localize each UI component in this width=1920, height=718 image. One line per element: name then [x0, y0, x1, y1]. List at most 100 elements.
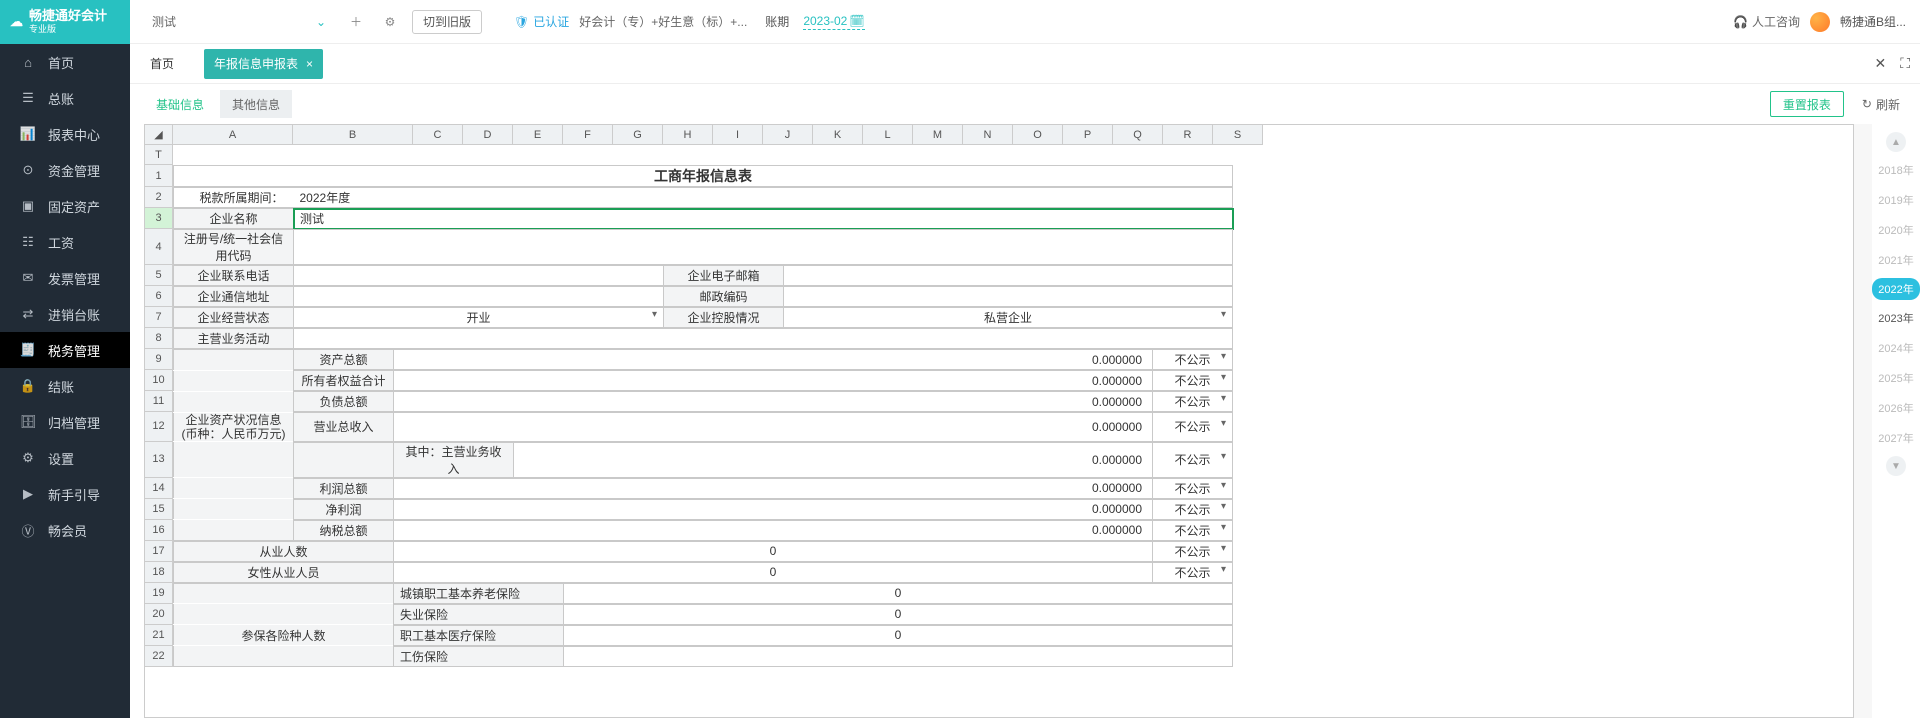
row-19[interactable]: 19	[145, 583, 173, 604]
year-2025[interactable]: 2025年	[1878, 366, 1913, 390]
year-2021[interactable]: 2021年	[1878, 248, 1913, 272]
year-2018[interactable]: 2018年	[1878, 158, 1913, 182]
cell-total-liab[interactable]: 0.000000	[394, 392, 1153, 412]
dd-total-liab[interactable]: 不公示	[1153, 392, 1233, 412]
col-E[interactable]: E	[513, 125, 563, 145]
support-button[interactable]: 🎧 人工咨询	[1733, 13, 1800, 30]
year-2026[interactable]: 2026年	[1878, 396, 1913, 420]
year-2022[interactable]: 2022年	[1872, 278, 1919, 300]
row-14[interactable]: 14	[145, 478, 173, 499]
tab-home[interactable]: 首页	[142, 55, 182, 72]
switch-old-button[interactable]: 切到旧版	[412, 10, 482, 34]
cell-main-biz[interactable]	[294, 329, 1233, 349]
nav-vip[interactable]: Ⓥ畅会员	[0, 512, 130, 548]
reset-report-button[interactable]: 重置报表	[1770, 91, 1844, 117]
col-T[interactable]: T	[145, 145, 173, 165]
row-3[interactable]: 3	[145, 208, 173, 229]
nav-home[interactable]: ⌂首页	[0, 44, 130, 80]
cell-reg-no[interactable]	[294, 230, 1233, 265]
subtab-other[interactable]: 其他信息	[220, 90, 292, 118]
row-12[interactable]: 12	[145, 412, 173, 442]
col-J[interactable]: J	[763, 125, 813, 145]
row-6[interactable]: 6	[145, 286, 173, 307]
cell-postcode[interactable]	[784, 287, 1233, 307]
add-company-button[interactable]: ＋	[344, 10, 368, 34]
cell-ins-injury[interactable]	[564, 646, 1233, 666]
col-L[interactable]: L	[863, 125, 913, 145]
col-S[interactable]: S	[1213, 125, 1263, 145]
cell-ins-pension[interactable]: 0	[564, 583, 1233, 603]
nav-reports[interactable]: 📊报表中心	[0, 116, 130, 152]
company-settings-button[interactable]: ⚙	[378, 10, 402, 34]
cell-net-profit[interactable]: 0.000000	[394, 499, 1153, 519]
cell-holding[interactable]: 私营企业	[784, 308, 1233, 328]
cell-total-assets[interactable]: 0.000000	[394, 350, 1153, 370]
cell-company-name[interactable]: 测试	[294, 209, 1233, 229]
cell-total-profit[interactable]: 0.000000	[394, 478, 1153, 498]
cell-employees[interactable]: 0	[394, 541, 1153, 561]
col-D[interactable]: D	[463, 125, 513, 145]
col-H[interactable]: H	[663, 125, 713, 145]
year-2020[interactable]: 2020年	[1878, 218, 1913, 242]
row-8[interactable]: 8	[145, 328, 173, 349]
col-P[interactable]: P	[1063, 125, 1113, 145]
refresh-button[interactable]: ↻ 刷新	[1862, 96, 1900, 113]
close-all-tabs-button[interactable]: ✕	[1874, 55, 1886, 72]
nav-funds[interactable]: ⊙资金管理	[0, 152, 130, 188]
row-2[interactable]: 2	[145, 187, 173, 208]
spreadsheet[interactable]: ◢ A B C D E F G H I J K L M N O P Q R S	[144, 124, 1854, 718]
nav-fixed-assets[interactable]: ▣固定资产	[0, 188, 130, 224]
cell-owner-equity[interactable]: 0.000000	[394, 371, 1153, 391]
col-O[interactable]: O	[1013, 125, 1063, 145]
year-2027[interactable]: 2027年	[1878, 426, 1913, 450]
fullscreen-button[interactable]: ⛶	[1900, 55, 1910, 72]
nav-salary[interactable]: ☷工资	[0, 224, 130, 260]
col-G[interactable]: G	[613, 125, 663, 145]
row-20[interactable]: 20	[145, 604, 173, 625]
row-7[interactable]: 7	[145, 307, 173, 328]
tab-annual-report[interactable]: 年报信息申报表 ×	[204, 49, 323, 79]
row-17[interactable]: 17	[145, 541, 173, 562]
nav-inventory[interactable]: ⇄进销台账	[0, 296, 130, 332]
row-11[interactable]: 11	[145, 391, 173, 412]
row-15[interactable]: 15	[145, 499, 173, 520]
col-A[interactable]: A	[173, 125, 293, 145]
nav-settings[interactable]: ⚙设置	[0, 440, 130, 476]
year-up-button[interactable]: ▲	[1886, 132, 1906, 152]
row-4[interactable]: 4	[145, 229, 173, 265]
cell-email[interactable]	[784, 266, 1233, 286]
vertical-scrollbar[interactable]	[1854, 124, 1872, 718]
row-21[interactable]: 21	[145, 625, 173, 646]
col-F[interactable]: F	[563, 125, 613, 145]
dd-female-emp[interactable]: 不公示	[1153, 562, 1233, 582]
nav-tax[interactable]: 🧾税务管理	[0, 332, 130, 368]
nav-invoice[interactable]: ✉发票管理	[0, 260, 130, 296]
col-B[interactable]: B	[293, 125, 413, 145]
cell-main-revenue[interactable]: 0.000000	[514, 442, 1153, 477]
nav-guide[interactable]: ▶新手引导	[0, 476, 130, 512]
row-16[interactable]: 16	[145, 520, 173, 541]
close-icon[interactable]: ×	[306, 57, 313, 71]
cell-female-emp[interactable]: 0	[394, 562, 1153, 582]
company-select[interactable]: 测试 ⌄	[144, 8, 334, 36]
row-1[interactable]: 1	[145, 165, 173, 187]
period-select[interactable]: 2023-02 🗓	[803, 14, 864, 30]
subtab-basic[interactable]: 基础信息	[144, 90, 216, 118]
nav-ledger[interactable]: ☰总账	[0, 80, 130, 116]
select-all-corner[interactable]: ◢	[145, 125, 173, 145]
year-down-button[interactable]: ▼	[1886, 456, 1906, 476]
year-2023[interactable]: 2023年	[1878, 306, 1913, 330]
row-18[interactable]: 18	[145, 562, 173, 583]
cell-address[interactable]	[294, 287, 664, 307]
nav-closing[interactable]: 🔒结账	[0, 368, 130, 404]
col-I[interactable]: I	[713, 125, 763, 145]
row-5[interactable]: 5	[145, 265, 173, 286]
dd-owner-equity[interactable]: 不公示	[1153, 371, 1233, 391]
row-9[interactable]: 9	[145, 349, 173, 370]
dd-total-assets[interactable]: 不公示	[1153, 350, 1233, 370]
cell-ins-unemp[interactable]: 0	[564, 604, 1233, 624]
year-2019[interactable]: 2019年	[1878, 188, 1913, 212]
col-C[interactable]: C	[413, 125, 463, 145]
cell-total-tax[interactable]: 0.000000	[394, 520, 1153, 540]
dd-employees[interactable]: 不公示	[1153, 541, 1233, 561]
